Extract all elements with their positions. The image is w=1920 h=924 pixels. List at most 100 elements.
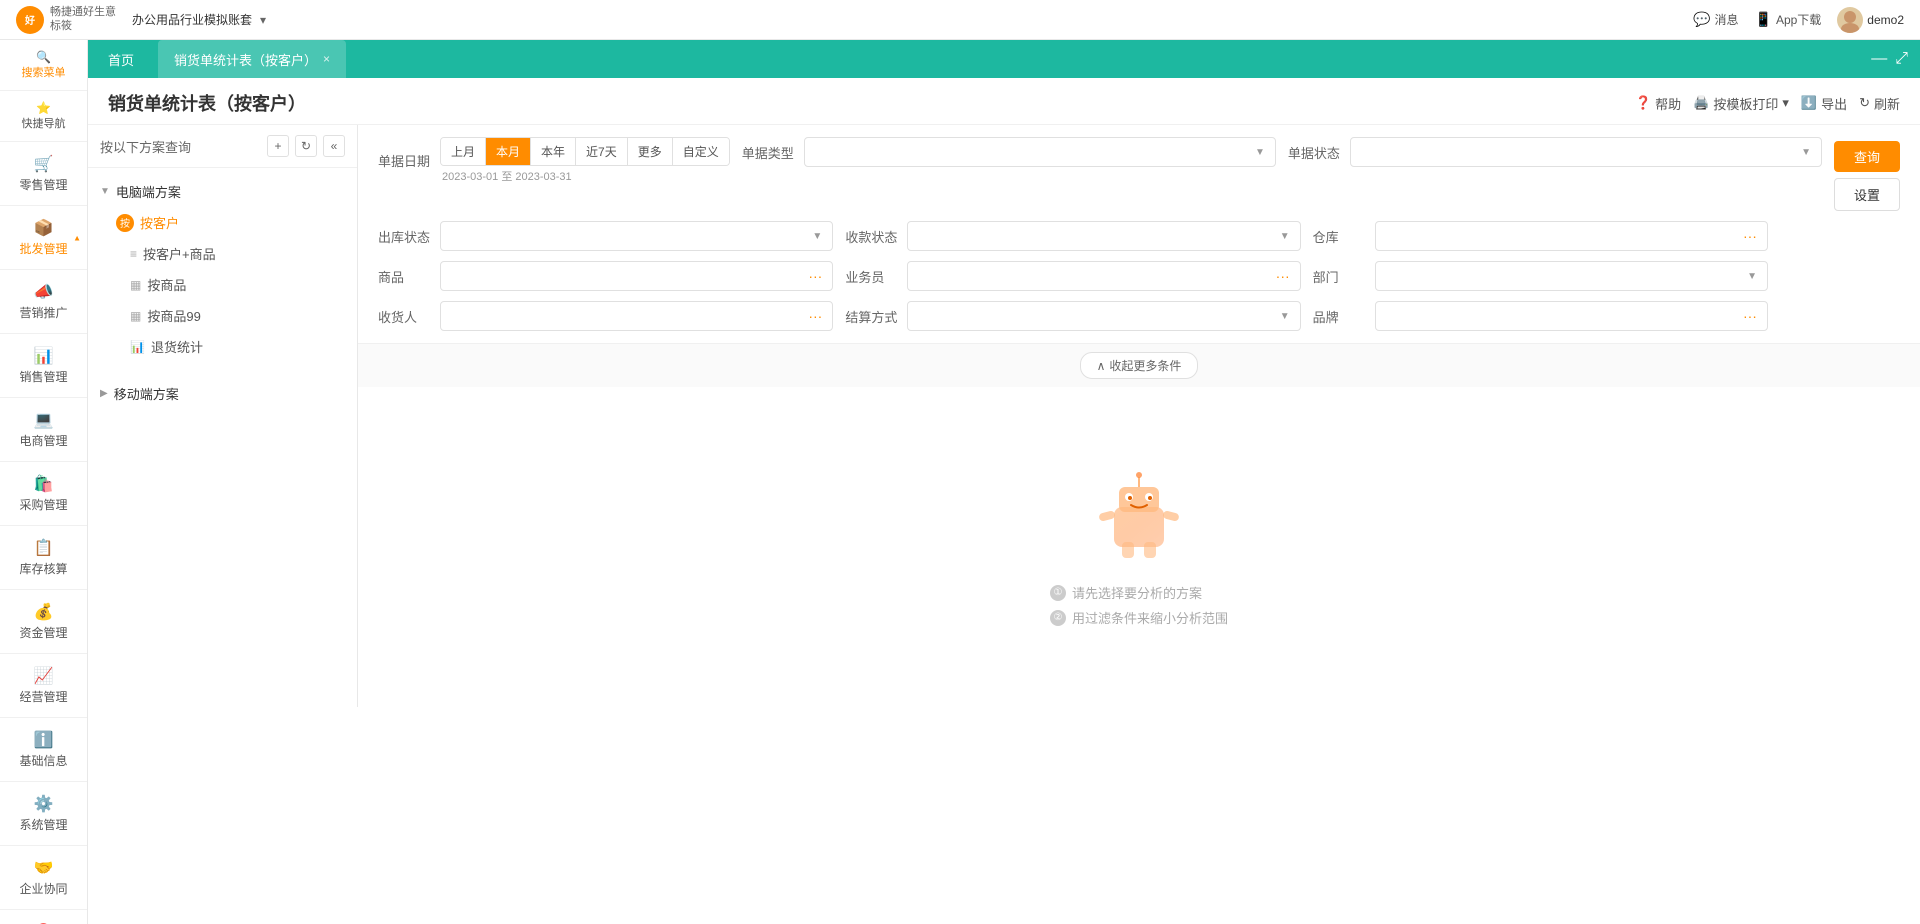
tab-home[interactable]: 首页	[88, 40, 154, 78]
tab-active[interactable]: 销货单统计表（按客户） ×	[158, 40, 346, 78]
order-status-dropdown-arrow: ▼	[1801, 147, 1811, 158]
date-btn-thisyear[interactable]: 本年	[531, 138, 576, 165]
user-area[interactable]: demo2	[1837, 7, 1904, 33]
tab-label: 销货单统计表（按客户）	[174, 50, 317, 69]
payment-status-select[interactable]: ▼	[907, 221, 1300, 251]
date-btn-more[interactable]: 更多	[628, 138, 673, 165]
sidebar-item-tutorial[interactable]: 🎯 新手引导	[0, 910, 87, 924]
filter-area: 单据日期 上月 本月 本年 近7天 更多 自定义	[358, 125, 1920, 343]
query-button[interactable]: 查询	[1834, 141, 1900, 172]
tab-close-button[interactable]: ×	[323, 52, 330, 66]
sidebar-item-purchase[interactable]: 🛍️ 采购管理	[0, 462, 87, 526]
tree-item-customer[interactable]: 按 按客户	[88, 207, 357, 238]
stock-status-select[interactable]: ▼	[440, 221, 833, 251]
message-action[interactable]: 💬 消息	[1693, 11, 1738, 28]
app-title: 办公用品行业模拟账套	[132, 11, 252, 28]
department-select[interactable]: ▼	[1375, 261, 1768, 291]
warehouse-select[interactable]: ···	[1375, 221, 1768, 251]
page-actions: ❓ 帮助 🖨️ 按模板打印 ▾ ⬇️ 导出 ↻ 刷新	[1635, 94, 1900, 113]
order-type-label: 单据类型	[742, 143, 798, 162]
empty-tip-1: ① 请先选择要分析的方案	[1050, 583, 1228, 602]
settlement-select[interactable]: ▼	[907, 301, 1300, 331]
sidebar-item-operations[interactable]: 📈 经营管理	[0, 654, 87, 718]
tree-item-customer-goods[interactable]: ≡ 按客户+商品	[88, 238, 357, 269]
system-icon: ⚙️	[4, 794, 83, 814]
tab-bar: 首页 销货单统计表（按客户） × — ⤢	[88, 40, 1920, 78]
sidebar-item-basic-info[interactable]: ℹ️ 基础信息	[0, 718, 87, 782]
empty-illustration	[1089, 467, 1189, 567]
settlement-dropdown-arrow: ▼	[1280, 311, 1290, 322]
tree-item-goods99[interactable]: ▦ 按商品99	[88, 300, 357, 331]
finance-icon: 💰	[4, 602, 83, 622]
salesperson-label: 业务员	[845, 267, 901, 286]
settlement-label: 结算方式	[845, 307, 901, 326]
mobile-section-arrow: ▶	[100, 388, 108, 399]
sidebar-item-wholesale[interactable]: 📦 批发管理	[0, 206, 87, 270]
basic-info-icon: ℹ️	[4, 730, 83, 750]
message-icon: 💬	[1693, 11, 1710, 28]
tree-sub-icon-2: ▦	[130, 278, 141, 292]
goods-label: 商品	[378, 267, 434, 286]
retail-icon: 🛒	[4, 154, 83, 174]
username: demo2	[1867, 13, 1904, 27]
collapse-panel-button[interactable]: «	[323, 135, 345, 157]
logo-area: 好 畅捷通好生意 标筱	[16, 6, 116, 34]
top-header: 好 畅捷通好生意 标筱 办公用品行业模拟账套 ▾ 💬 消息 📱 App下载 de…	[0, 0, 1920, 40]
sidebar-item-marketing[interactable]: 📣 营销推广	[0, 270, 87, 334]
date-btn-thismonth[interactable]: 本月	[486, 138, 531, 165]
sidebar-item-quicknav[interactable]: ⭐ 快捷导航	[0, 91, 87, 142]
date-btn-lastmonth[interactable]: 上月	[441, 138, 486, 165]
enterprise-icon: 🤝	[4, 858, 83, 878]
settings-button[interactable]: 设置	[1834, 178, 1900, 211]
tree-item-goods[interactable]: ▦ 按商品	[88, 269, 357, 300]
logo-icon: 好	[16, 6, 44, 34]
sidebar-item-inventory[interactable]: 📋 库存核算	[0, 526, 87, 590]
page-title: 销货单统计表（按客户）	[108, 90, 306, 116]
header-right: 💬 消息 📱 App下载 demo2	[1693, 7, 1904, 33]
ecommerce-icon: 💻	[4, 410, 83, 430]
export-button[interactable]: ⬇️ 导出	[1801, 94, 1847, 113]
app-title-dropdown[interactable]: ▾	[260, 13, 266, 27]
tab-maximize-button[interactable]: ⤢	[1895, 50, 1908, 68]
panel-header-actions: + ↻ «	[267, 135, 345, 157]
order-type-select[interactable]: ▼	[804, 137, 1276, 167]
main-content: 按以下方案查询 + ↻ « ▼ 电脑端方案	[88, 125, 1920, 707]
add-scheme-button[interactable]: +	[267, 135, 289, 157]
export-icon: ⬇️	[1801, 95, 1817, 111]
stock-status-label: 出库状态	[378, 227, 434, 246]
date-btn-custom[interactable]: 自定义	[673, 138, 729, 165]
refresh-button[interactable]: ↻ 刷新	[1859, 94, 1900, 113]
sidebar-item-enterprise[interactable]: 🤝 企业协同	[0, 846, 87, 910]
tree-item-return[interactable]: 📊 退货统计	[88, 331, 357, 362]
date-btn-7days[interactable]: 近7天	[576, 138, 628, 165]
sidebar-item-sales[interactable]: 📊 销售管理	[0, 334, 87, 398]
sidebar-item-retail[interactable]: 🛒 零售管理	[0, 142, 87, 206]
query-btn-area: 查询 设置	[1834, 137, 1900, 211]
tip1-num: ①	[1050, 585, 1066, 601]
sidebar-item-search[interactable]: 🔍 搜索菜单	[0, 40, 87, 91]
desktop-section-header[interactable]: ▼ 电脑端方案	[88, 176, 357, 207]
help-button[interactable]: ❓ 帮助	[1635, 94, 1681, 113]
wholesale-icon: 📦	[4, 218, 83, 238]
right-panel: 单据日期 上月 本月 本年 近7天 更多 自定义	[358, 125, 1920, 707]
collapse-button[interactable]: ∧ 收起更多条件	[1080, 352, 1199, 379]
empty-tip-2: ② 用过滤条件来缩小分析范围	[1050, 608, 1228, 627]
tab-minimize-button[interactable]: —	[1871, 50, 1887, 68]
goods-select[interactable]: ···	[440, 261, 833, 291]
order-status-select[interactable]: ▼	[1350, 137, 1822, 167]
desktop-section-arrow: ▼	[100, 186, 110, 197]
refresh-scheme-button[interactable]: ↻	[295, 135, 317, 157]
mobile-section-header[interactable]: ▶ 移动端方案	[88, 378, 357, 409]
tree-sub-icon-1: ≡	[130, 247, 137, 261]
app-download-action[interactable]: 📱 App下载	[1755, 11, 1822, 28]
page-header: 销货单统计表（按客户） ❓ 帮助 🖨️ 按模板打印 ▾ ⬇️ 导出	[88, 78, 1920, 125]
sidebar-item-system[interactable]: ⚙️ 系统管理	[0, 782, 87, 846]
salesperson-select[interactable]: ···	[907, 261, 1300, 291]
recipient-select[interactable]: ···	[440, 301, 833, 331]
panel-header: 按以下方案查询 + ↻ «	[88, 125, 357, 168]
sidebar-item-ecommerce[interactable]: 💻 电商管理	[0, 398, 87, 462]
sidebar-item-finance[interactable]: 💰 资金管理	[0, 590, 87, 654]
print-button[interactable]: 🖨️ 按模板打印 ▾	[1693, 94, 1789, 113]
brand-select[interactable]: ···	[1375, 301, 1768, 331]
tree-sub-icon-4: 📊	[130, 340, 145, 354]
